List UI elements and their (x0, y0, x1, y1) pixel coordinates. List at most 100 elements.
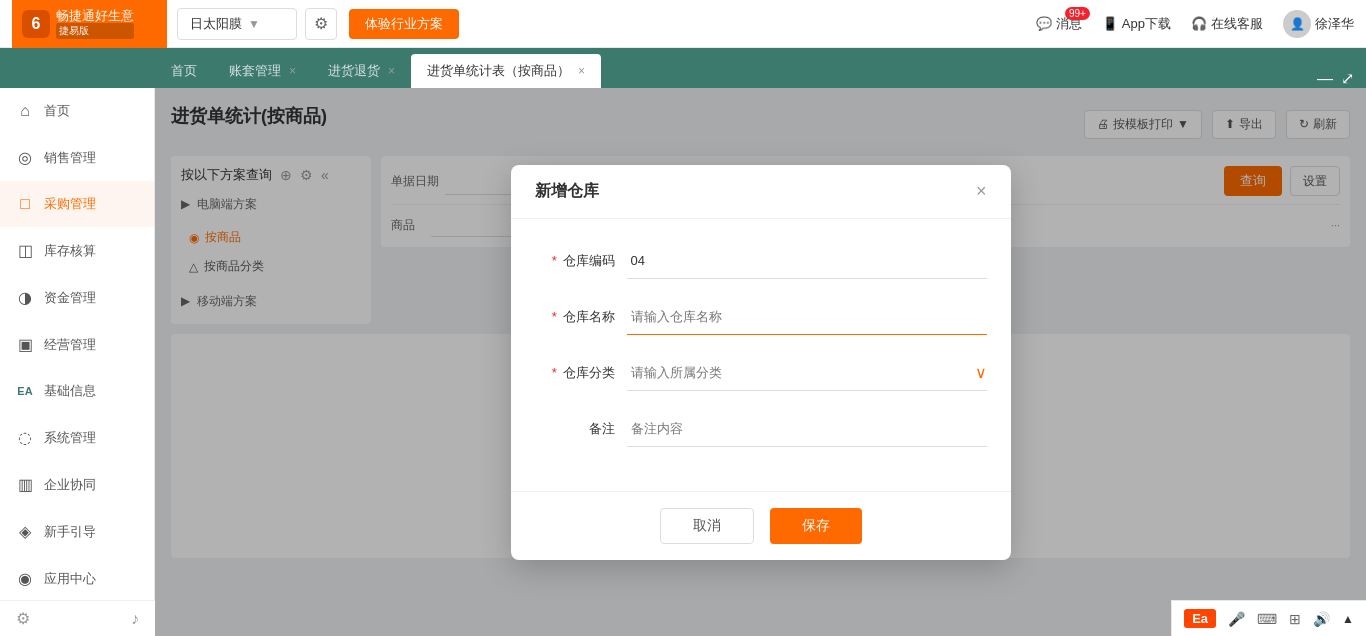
code-input[interactable] (627, 243, 987, 279)
sidebar-label-sales: 销售管理 (44, 149, 96, 167)
sidebar-label-enterprise: 企业协同 (44, 476, 96, 494)
sidebar-item-base[interactable]: EA 基础信息 (0, 368, 154, 414)
category-input[interactable] (627, 365, 975, 380)
headset-icon: 🎧 (1191, 16, 1207, 31)
tab-bar: 首页 账套管理 × 进货退货 × 进货单统计表（按商品） × — ⤢ (0, 48, 1366, 88)
required-star: * (552, 253, 557, 268)
modal-overlay: 新增仓库 × * 仓库编码 * (155, 88, 1366, 636)
category-label: * 仓库分类 (535, 364, 615, 382)
guide-icon: ◈ (16, 522, 34, 541)
tab-purchase-return-label: 进货退货 (328, 62, 380, 80)
home-icon: ⌂ (16, 102, 34, 120)
modal-body: * 仓库编码 * 仓库名称 (511, 219, 1011, 491)
store-dropdown-arrow-icon: ▼ (248, 17, 260, 31)
finance-icon: ◑ (16, 288, 34, 307)
header-right: 💬 消息 99+ 📱 App下载 🎧 在线客服 👤 徐泽华 (1036, 10, 1354, 38)
service-btn[interactable]: 🎧 在线客服 (1191, 15, 1263, 33)
app-download-btn[interactable]: 📱 App下载 (1102, 15, 1171, 33)
tab-account-close-icon[interactable]: × (289, 64, 296, 78)
sidebar-label-inventory: 库存核算 (44, 242, 96, 260)
top-header: 6 畅捷通好生意 捷易版 日太阳膜 ▼ ⚙ 体验行业方案 💬 消息 99+ 📱 … (0, 0, 1366, 48)
base-icon: EA (16, 385, 34, 397)
sidebar-label-home: 首页 (44, 102, 70, 120)
tab-minimize-icon[interactable]: — (1317, 70, 1333, 88)
tab-home-label: 首页 (171, 62, 197, 80)
mic-icon[interactable]: 🎤 (1228, 611, 1245, 627)
form-row-note: 备注 (535, 411, 987, 447)
user-menu-btn[interactable]: 👤 徐泽华 (1283, 10, 1354, 38)
category-select[interactable]: ∨ (627, 355, 987, 391)
sidebar-label-guide: 新手引导 (44, 523, 96, 541)
logo-name: 畅捷通好生意 (56, 8, 134, 24)
experience-btn[interactable]: 体验行业方案 (349, 9, 459, 39)
grid-icon[interactable]: ⊞ (1289, 611, 1301, 627)
store-selector[interactable]: 日太阳膜 ▼ (177, 8, 297, 40)
modal-header: 新增仓库 × (511, 165, 1011, 219)
user-name: 徐泽华 (1315, 15, 1354, 33)
tab-purchase-stats[interactable]: 进货单统计表（按商品） × (411, 54, 601, 88)
store-name: 日太阳膜 (190, 15, 242, 33)
cancel-btn[interactable]: 取消 (660, 508, 754, 544)
sidebar-item-inventory[interactable]: ◫ 库存核算 (0, 227, 154, 274)
purchase-icon: □ (16, 195, 34, 213)
sidebar-label-purchase: 采购管理 (44, 195, 96, 213)
bottom-bar: Ea 🎤 ⌨ ⊞ 🔊 ▲ (1171, 600, 1366, 636)
code-label: * 仓库编码 (535, 252, 615, 270)
notification-btn[interactable]: 💬 消息 99+ (1036, 15, 1082, 33)
add-warehouse-modal: 新增仓库 × * 仓库编码 * (511, 165, 1011, 560)
avatar: 👤 (1283, 10, 1311, 38)
app-center-icon: ◉ (16, 569, 34, 588)
sidebar: ⌂ 首页 ◎ 销售管理 □ 采购管理 ◫ 库存核算 ◑ 资金管理 ▣ 经营管理 … (0, 88, 155, 636)
sidebar-item-enterprise[interactable]: ▥ 企业协同 (0, 461, 154, 508)
form-row-code: * 仓库编码 (535, 243, 987, 279)
tab-home[interactable]: 首页 (155, 54, 213, 88)
save-btn[interactable]: 保存 (770, 508, 862, 544)
sidebar-item-sales[interactable]: ◎ 销售管理 (0, 134, 154, 181)
keyboard-icon[interactable]: ⌨ (1257, 611, 1277, 627)
enterprise-icon: ▥ (16, 475, 34, 494)
settings-icon[interactable]: ⚙ (305, 8, 337, 40)
sales-icon: ◎ (16, 148, 34, 167)
message-icon: 💬 (1036, 16, 1052, 31)
sidebar-item-purchase[interactable]: □ 采购管理 (0, 181, 154, 227)
name-input[interactable] (627, 299, 987, 335)
tab-purchase-stats-close-icon[interactable]: × (578, 64, 585, 78)
sidebar-item-home[interactable]: ⌂ 首页 (0, 88, 154, 134)
inventory-icon: ◫ (16, 241, 34, 260)
time-icon: ▲ (1342, 612, 1354, 626)
logo-icon: 6 (22, 10, 50, 38)
sidebar-settings-icon[interactable]: ⚙ (16, 609, 30, 628)
logo-area: 6 畅捷通好生意 捷易版 (12, 0, 167, 48)
main-layout: ⌂ 首页 ◎ 销售管理 □ 采购管理 ◫ 库存核算 ◑ 资金管理 ▣ 经营管理 … (0, 88, 1366, 636)
service-label: 在线客服 (1211, 15, 1263, 33)
tab-expand-icon[interactable]: ⤢ (1341, 69, 1354, 88)
app-label: App下载 (1122, 15, 1171, 33)
system-icon: ◌ (16, 428, 34, 447)
sidebar-item-operation[interactable]: ▣ 经营管理 (0, 321, 154, 368)
notification-badge: 99+ (1065, 7, 1090, 20)
sound-icon[interactable]: 🔊 (1313, 611, 1330, 627)
logo-badge: 捷易版 (56, 23, 134, 39)
sidebar-label-finance: 资金管理 (44, 289, 96, 307)
category-dropdown-icon: ∨ (975, 363, 987, 382)
sidebar-label-base: 基础信息 (44, 382, 96, 400)
tab-bar-actions: — ⤢ (1305, 69, 1366, 88)
operation-icon: ▣ (16, 335, 34, 354)
sidebar-audio-icon[interactable]: ♪ (131, 610, 139, 628)
sidebar-item-guide[interactable]: ◈ 新手引导 (0, 508, 154, 555)
sidebar-label-system: 系统管理 (44, 429, 96, 447)
sidebar-item-system[interactable]: ◌ 系统管理 (0, 414, 154, 461)
tab-account[interactable]: 账套管理 × (213, 54, 312, 88)
ea-badge: Ea (1184, 609, 1216, 628)
tab-purchase-stats-label: 进货单统计表（按商品） (427, 62, 570, 80)
tab-purchase-return-close-icon[interactable]: × (388, 64, 395, 78)
modal-footer: 取消 保存 (511, 491, 1011, 560)
modal-close-icon[interactable]: × (976, 181, 987, 202)
sidebar-label-operation: 经营管理 (44, 336, 96, 354)
note-input[interactable] (627, 411, 987, 447)
sidebar-item-app-center[interactable]: ◉ 应用中心 (0, 555, 154, 602)
tab-purchase-return[interactable]: 进货退货 × (312, 54, 411, 88)
sidebar-item-finance[interactable]: ◑ 资金管理 (0, 274, 154, 321)
name-label: * 仓库名称 (535, 308, 615, 326)
sidebar-label-app-center: 应用中心 (44, 570, 96, 588)
